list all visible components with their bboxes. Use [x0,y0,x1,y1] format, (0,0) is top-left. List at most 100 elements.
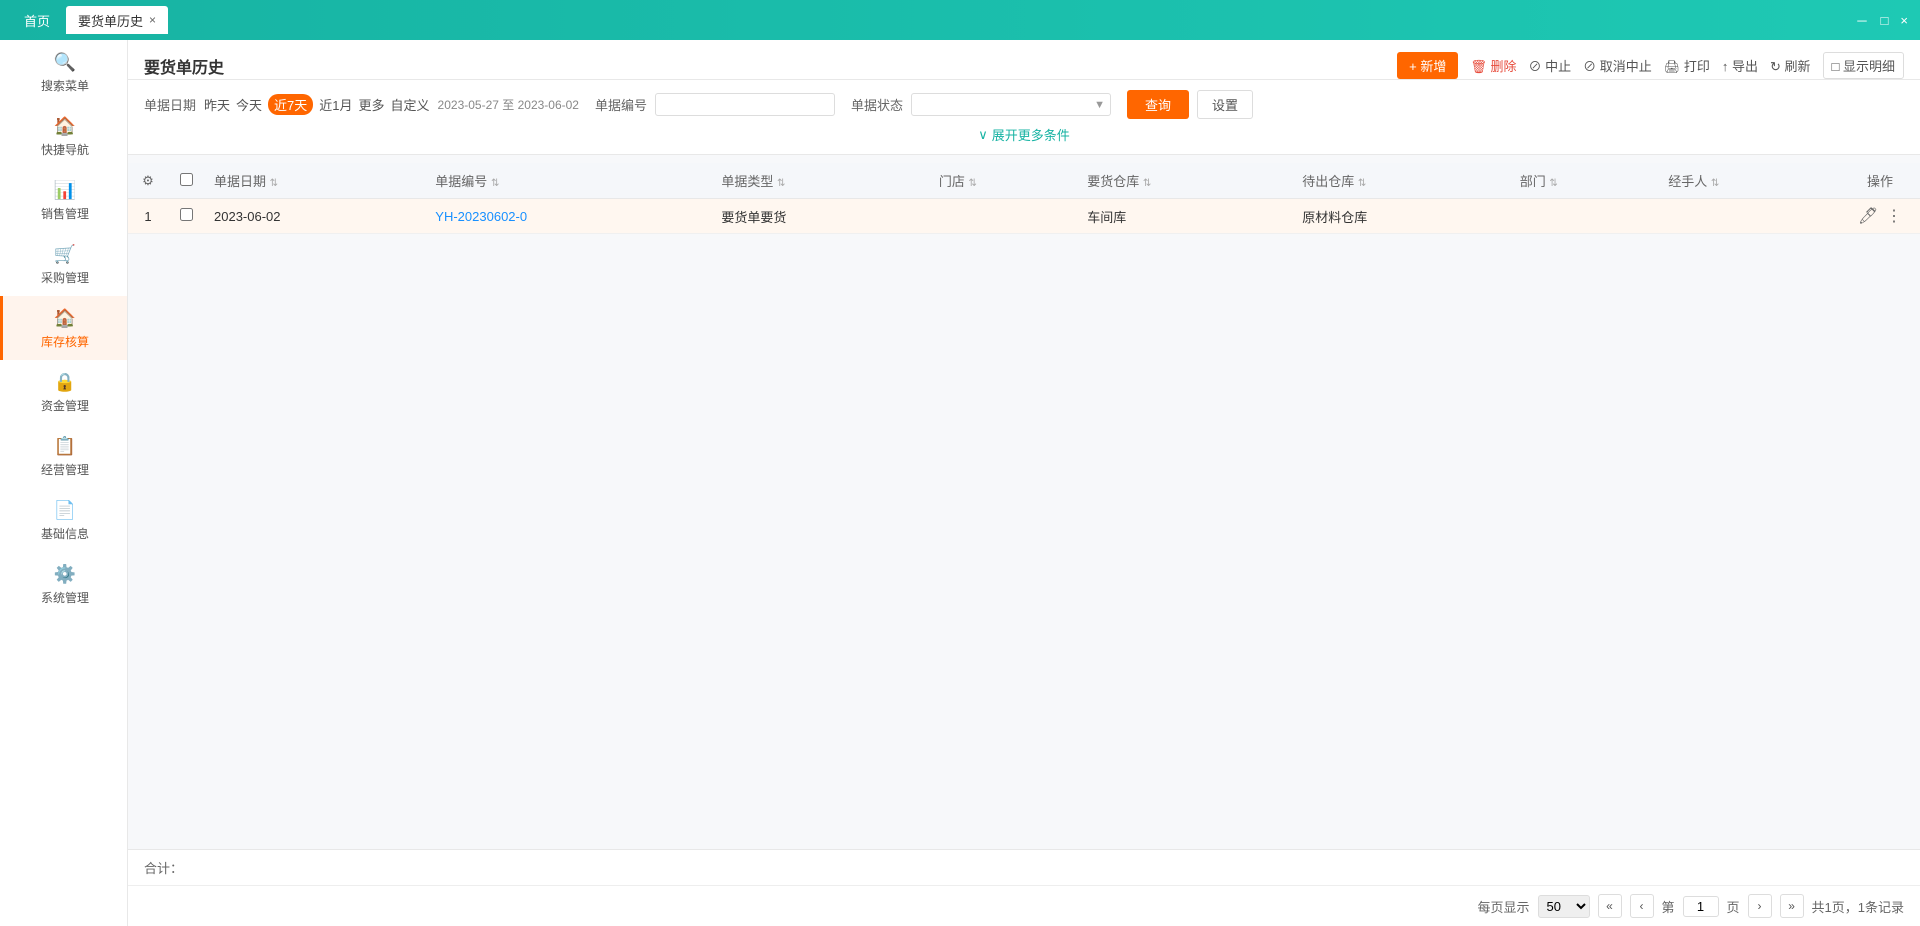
purchase-icon: 🛒 [54,244,76,265]
date-filter-group: 单据日期 昨天 今天 近7天 近1月 更多 自定义 2023-05-27 至 2… [144,94,579,115]
maximize-btn[interactable]: □ [1881,13,1889,28]
col-dept-header: 部门 ⇅ [1510,163,1658,199]
status-filter-group: 单据状态 ▼ [851,93,1111,116]
query-button[interactable]: 查询 [1127,90,1189,119]
sidebar: 🔍 搜索菜单 🏠 快捷导航 📊 销售管理 🛒 采购管理 🏠 库存核算 🔒 资金管… [0,40,128,926]
shortcut-yesterday[interactable]: 昨天 [204,95,230,114]
page-title: 要货单历史 [144,54,224,78]
sidebar-item-finance[interactable]: 🔒 资金管理 [0,360,127,424]
col-req-warehouse-header: 要货仓库 ⇅ [1077,163,1292,199]
sort-docno-icon[interactable]: ⇅ [491,178,499,189]
status-filter-select[interactable] [911,93,1111,116]
sales-icon: 📊 [54,180,76,201]
sort-pending-warehouse-icon[interactable]: ⇅ [1358,178,1366,189]
stop-button[interactable]: ⊘ 中止 [1529,56,1572,75]
main-layout: 🔍 搜索菜单 🏠 快捷导航 📊 销售管理 🛒 采购管理 🏠 库存核算 🔒 资金管… [0,40,1920,926]
expand-more-btn[interactable]: ∨ 展开更多条件 [144,125,1904,144]
sort-handler-icon[interactable]: ⇅ [1711,178,1719,189]
sort-doctype-icon[interactable]: ⇅ [777,178,785,189]
table-area: ⚙ 单据日期 ⇅ 单据编号 ⇅ 单据类型 [128,155,1920,849]
shortcut-7days[interactable]: 近7天 [268,94,313,115]
table-header-row: ⚙ 单据日期 ⇅ 单据编号 ⇅ 单据类型 [128,163,1920,199]
date-filter-label: 单据日期 [144,95,196,114]
cancel-stop-button[interactable]: ⊘ 取消中止 [1583,56,1652,75]
close-btn[interactable]: × [1900,13,1908,28]
toolbar: + 新增 🗑 删除 ⊘ 中止 ⊘ 取消中止 🖨 打印 ↑ 导出 ↻ 刷新 □ 显… [1397,52,1904,79]
content-area: 要货单历史 + 新增 🗑 删除 ⊘ 中止 ⊘ 取消中止 🖨 打印 ↑ 导出 ↻ … [128,40,1920,926]
table-row: 1 2023-06-02 YH-20230602-0 要货单要货 车间库 原材料… [128,199,1920,234]
finance-icon: 🔒 [54,372,76,393]
shortcut-1month[interactable]: 近1月 [319,95,352,114]
row-checkbox[interactable] [180,208,193,221]
row-edit-icon[interactable]: 🖊 [1858,208,1878,225]
status-filter-label: 单据状态 [851,95,903,114]
sidebar-item-operations[interactable]: 📋 经营管理 [0,424,127,488]
tab-home[interactable]: 首页 [12,6,62,34]
doc-no-link[interactable]: YH-20230602-0 [435,209,527,224]
last-page-btn[interactable]: » [1780,894,1804,918]
col-date-header: 单据日期 ⇅ [204,163,425,199]
pagination: 每页显示 50 10 20 100 « ‹ 第 页 › » 共1页，1条记录 [128,885,1920,926]
search-menu-icon: 🔍 [54,52,76,73]
page-suffix: 页 [1727,897,1740,916]
sidebar-item-quick-nav[interactable]: 🏠 快捷导航 [0,104,127,168]
row-date: 2023-06-02 [204,199,425,234]
inventory-icon: 🏠 [54,308,76,329]
new-button[interactable]: + 新增 [1397,52,1458,79]
data-table: ⚙ 单据日期 ⇅ 单据编号 ⇅ 单据类型 [128,163,1920,234]
sidebar-item-basic-info[interactable]: 📄 基础信息 [0,488,127,552]
filter-actions: 查询 设置 [1127,90,1253,119]
basic-info-icon: 📄 [54,500,76,521]
page-header: 要货单历史 + 新增 🗑 删除 ⊘ 中止 ⊘ 取消中止 🖨 打印 ↑ 导出 ↻ … [128,40,1920,80]
shortcut-more[interactable]: 更多 [359,95,385,114]
system-icon: ⚙️ [54,564,76,585]
shortcut-custom[interactable]: 自定义 [391,95,430,114]
tab-requisition-history[interactable]: 要货单历史 × [66,6,168,34]
row-pending-warehouse: 原材料仓库 [1292,199,1510,234]
refresh-button[interactable]: ↻ 刷新 [1770,56,1811,75]
shortcut-today[interactable]: 今天 [236,95,262,114]
row-department [1510,199,1658,234]
prev-page-btn[interactable]: ‹ [1630,894,1654,918]
date-range-display: 2023-05-27 至 2023-06-02 [438,96,579,113]
docno-filter-label: 单据编号 [595,95,647,114]
print-button[interactable]: 🖨 打印 [1664,56,1710,75]
next-page-btn[interactable]: › [1748,894,1772,918]
row-no: 1 [128,199,168,234]
col-doctype-header: 单据类型 ⇅ [711,163,929,199]
sort-dept-icon[interactable]: ⇅ [1549,178,1557,189]
tab-close-icon[interactable]: × [149,13,156,27]
page-input[interactable] [1683,896,1719,917]
sort-store-icon[interactable]: ⇅ [968,178,976,189]
first-page-btn[interactable]: « [1598,894,1622,918]
export-button[interactable]: ↑ 导出 [1722,56,1758,75]
delete-button[interactable]: 🗑 删除 [1470,56,1516,75]
sidebar-item-search-menu[interactable]: 🔍 搜索菜单 [0,40,127,104]
sidebar-item-system[interactable]: ⚙️ 系统管理 [0,552,127,616]
page-label: 第 [1662,897,1675,916]
table-footer: 合计： [128,849,1920,885]
sort-req-warehouse-icon[interactable]: ⇅ [1143,178,1151,189]
display-detail-button[interactable]: □ 显示明细 [1823,52,1904,79]
sort-date-icon[interactable]: ⇅ [270,178,278,189]
per-page-select[interactable]: 50 10 20 100 [1538,895,1590,918]
col-store-header: 门店 ⇅ [929,163,1077,199]
filter-row: 单据日期 昨天 今天 近7天 近1月 更多 自定义 2023-05-27 至 2… [144,90,1904,119]
sidebar-item-sales[interactable]: 📊 销售管理 [0,168,127,232]
settings-button[interactable]: 设置 [1197,90,1253,119]
sidebar-item-purchase[interactable]: 🛒 采购管理 [0,232,127,296]
col-docno-header: 单据编号 ⇅ [425,163,711,199]
top-bar-controls: － □ × [1856,11,1908,30]
page-title-row: 要货单历史 + 新增 🗑 删除 ⊘ 中止 ⊘ 取消中止 🖨 打印 ↑ 导出 ↻ … [144,52,1904,79]
total-info: 共1页，1条记录 [1812,897,1904,916]
sidebar-item-inventory[interactable]: 🏠 库存核算 [0,296,127,360]
row-doc-no: YH-20230602-0 [425,199,711,234]
minimize-btn[interactable]: － [1856,11,1869,30]
row-actions: 🖊 ⋮ [1840,199,1920,234]
per-page-label: 每页显示 [1477,897,1529,916]
row-more-icon[interactable]: ⋮ [1886,208,1902,225]
col-actions-header: 操作 [1840,163,1920,199]
row-req-warehouse: 车间库 [1077,199,1292,234]
select-all-checkbox[interactable] [180,173,193,186]
docno-filter-input[interactable] [655,93,835,116]
